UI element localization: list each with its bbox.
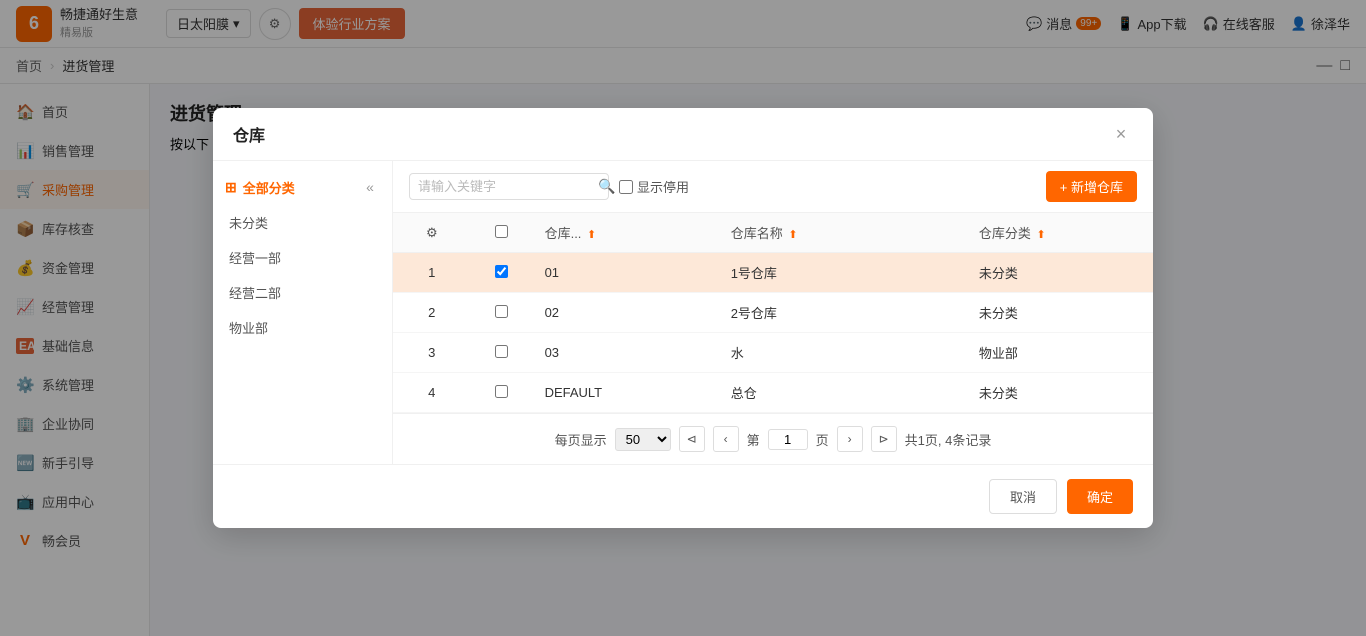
table-header-row: ⚙ 仓库... ⬆ 仓库名称: [393, 213, 1153, 253]
search-box: 🔍: [409, 173, 609, 200]
search-icon: 🔍: [598, 178, 615, 195]
row-index: 1: [393, 253, 471, 293]
table-panel: 🔍 显示停用 + 新增仓库 ⚙: [393, 161, 1153, 464]
table-body: 1 01 1号仓库 未分类 2: [393, 253, 1153, 413]
table-row[interactable]: 4 DEFAULT 总仓 未分类: [393, 373, 1153, 413]
modal-close-button[interactable]: ×: [1109, 122, 1133, 146]
row-category: 未分类: [967, 253, 1153, 293]
category-panel: ⊞ 全部分类 « 未分类 经营一部 经营二部 物业部: [213, 161, 393, 464]
row-index: 3: [393, 333, 471, 373]
th-checkbox: [471, 213, 533, 253]
row-checkbox[interactable]: [495, 345, 508, 358]
row-index: 4: [393, 373, 471, 413]
table-head: ⚙ 仓库... ⬆ 仓库名称: [393, 213, 1153, 253]
page-unit: 页: [816, 430, 829, 449]
next-page-button[interactable]: ›: [837, 426, 863, 452]
row-category: 未分类: [967, 373, 1153, 413]
name-sort-icon: ⬆: [788, 229, 797, 241]
row-checkbox-cell: [471, 333, 533, 373]
modal-title: 仓库: [233, 122, 265, 146]
last-page-button[interactable]: ⊳: [871, 426, 897, 452]
row-checkbox-cell: [471, 373, 533, 413]
th-category: 仓库分类 ⬆: [967, 213, 1153, 253]
category-item-dept1[interactable]: 经营一部: [213, 240, 392, 275]
modal-body: ⊞ 全部分类 « 未分类 经营一部 经营二部 物业部 🔍: [213, 161, 1153, 464]
warehouse-table: ⚙ 仓库... ⬆ 仓库名称: [393, 213, 1153, 413]
row-name: 总仓: [719, 373, 967, 413]
per-page-select[interactable]: 50 10 20 100: [615, 428, 671, 451]
total-info: 共1页, 4条记录: [905, 430, 992, 449]
row-category: 物业部: [967, 333, 1153, 373]
cancel-button[interactable]: 取消: [989, 479, 1057, 514]
grid-icon: ⊞: [225, 179, 237, 196]
first-page-button[interactable]: ⊲: [679, 426, 705, 452]
row-code: 03: [533, 333, 719, 373]
category-sort-icon: ⬆: [1036, 229, 1045, 241]
add-warehouse-button[interactable]: + 新增仓库: [1046, 171, 1137, 202]
row-checkbox[interactable]: [495, 385, 508, 398]
category-item-property[interactable]: 物业部: [213, 310, 392, 345]
search-input[interactable]: [418, 179, 594, 194]
th-code-label: 仓库...: [545, 226, 582, 241]
th-settings: ⚙: [393, 213, 471, 253]
row-name: 水: [719, 333, 967, 373]
table-toolbar: 🔍 显示停用 + 新增仓库: [393, 161, 1153, 213]
row-index: 2: [393, 293, 471, 333]
table-row[interactable]: 3 03 水 物业部: [393, 333, 1153, 373]
row-name: 1号仓库: [719, 253, 967, 293]
confirm-button[interactable]: 确定: [1067, 479, 1133, 514]
table-row[interactable]: 2 02 2号仓库 未分类: [393, 293, 1153, 333]
row-checkbox-cell: [471, 253, 533, 293]
modal-footer: 取消 确定: [213, 464, 1153, 528]
th-code: 仓库... ⬆: [533, 213, 719, 253]
row-code: DEFAULT: [533, 373, 719, 413]
category-header: ⊞ 全部分类 «: [213, 169, 392, 205]
category-item-unclassified[interactable]: 未分类: [213, 205, 392, 240]
th-category-label: 仓库分类: [979, 226, 1031, 241]
row-checkbox[interactable]: [495, 305, 508, 318]
code-sort-icon: ⬆: [587, 229, 596, 241]
pagination: 每页显示 50 10 20 100 ⊲ ‹ 第 页 › ⊳ 共1页, 4条记录: [393, 413, 1153, 464]
row-checkbox-cell: [471, 293, 533, 333]
category-all-label: 全部分类: [243, 178, 295, 197]
page-number-input[interactable]: [768, 429, 808, 450]
show-disabled-toggle[interactable]: 显示停用: [619, 177, 689, 196]
modal-header: 仓库 ×: [213, 108, 1153, 161]
row-code: 01: [533, 253, 719, 293]
category-all-title[interactable]: ⊞ 全部分类: [225, 178, 295, 197]
row-code: 02: [533, 293, 719, 333]
show-disabled-label: 显示停用: [637, 177, 689, 196]
table-row[interactable]: 1 01 1号仓库 未分类: [393, 253, 1153, 293]
page-label: 第: [747, 430, 760, 449]
prev-page-button[interactable]: ‹: [713, 426, 739, 452]
settings-icon: ⚙: [426, 225, 438, 240]
per-page-label: 每页显示: [555, 430, 607, 449]
category-item-dept2[interactable]: 经营二部: [213, 275, 392, 310]
warehouse-modal: 仓库 × ⊞ 全部分类 « 未分类 经营一部 经营二部 物业部: [213, 108, 1153, 528]
row-checkbox[interactable]: [495, 265, 508, 278]
th-name: 仓库名称 ⬆: [719, 213, 967, 253]
th-name-label: 仓库名称: [731, 226, 783, 241]
row-category: 未分类: [967, 293, 1153, 333]
select-all-checkbox[interactable]: [495, 225, 508, 238]
show-disabled-checkbox[interactable]: [619, 180, 633, 194]
data-table: ⚙ 仓库... ⬆ 仓库名称: [393, 213, 1153, 413]
modal-overlay: 仓库 × ⊞ 全部分类 « 未分类 经营一部 经营二部 物业部: [0, 0, 1366, 636]
collapse-button[interactable]: «: [360, 177, 380, 197]
row-name: 2号仓库: [719, 293, 967, 333]
